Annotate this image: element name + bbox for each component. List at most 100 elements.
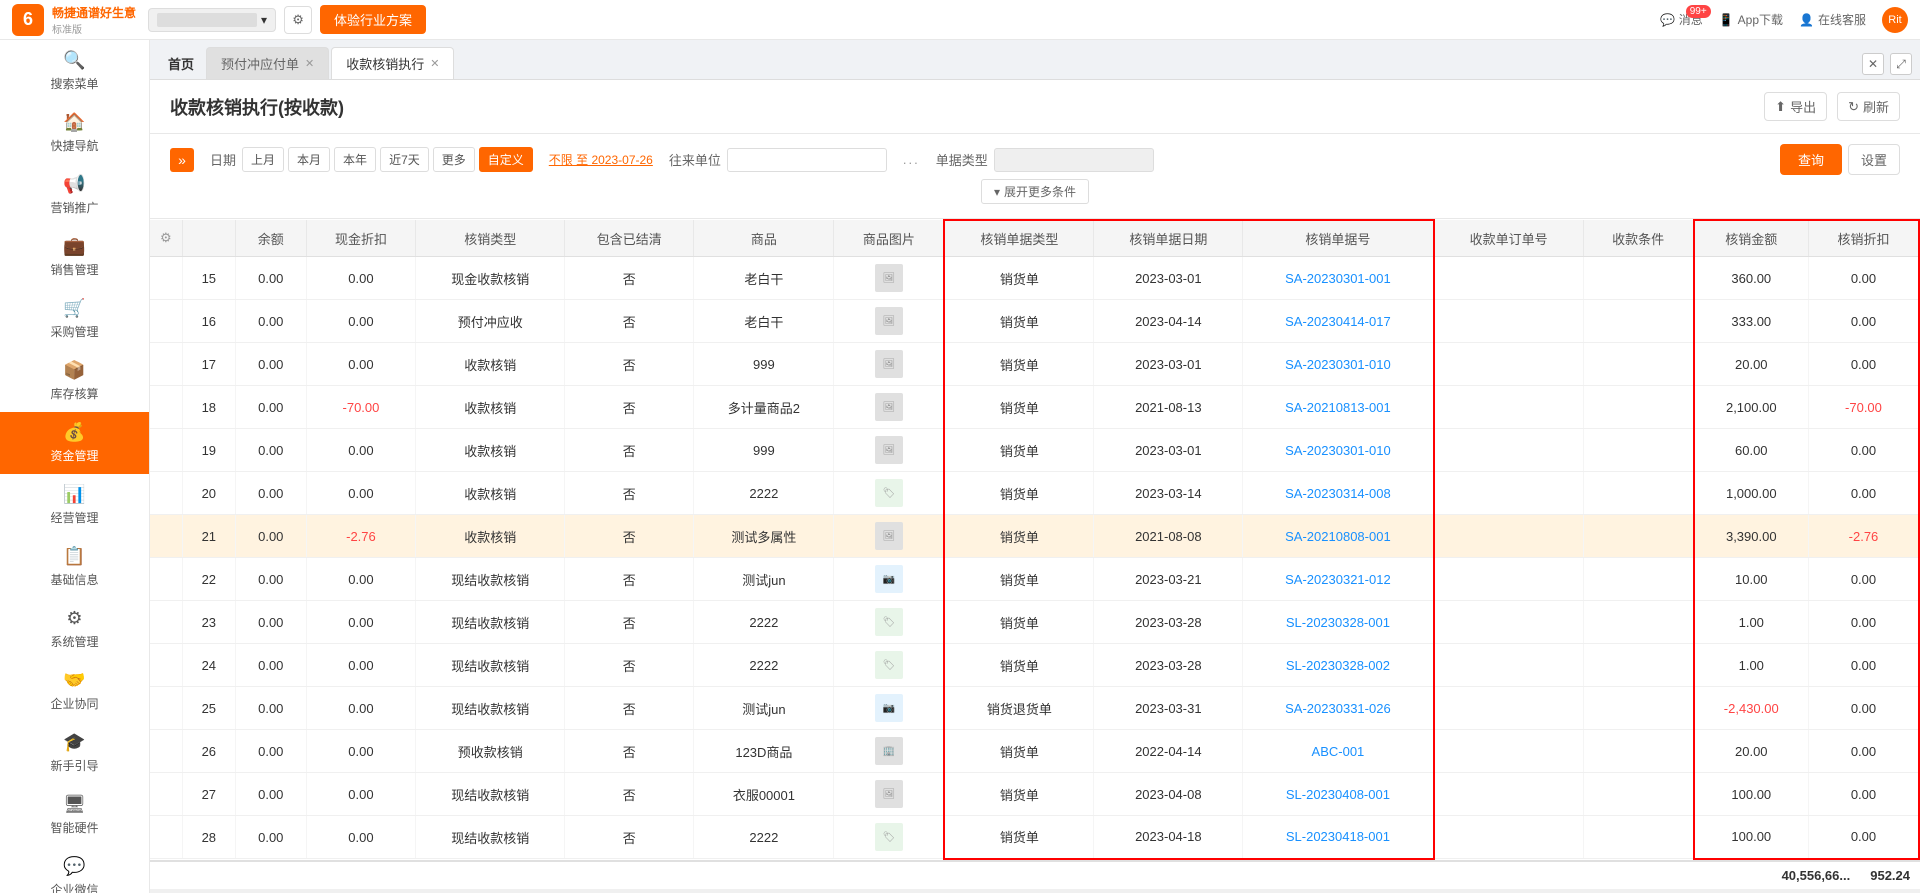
filter-btn-7days[interactable]: 近7天 <box>380 147 429 172</box>
tab-close-all-button[interactable]: ✕ <box>1862 53 1884 75</box>
verify-bill-no-link[interactable]: SA-20230301-010 <box>1285 443 1391 458</box>
verify-bill-no-link[interactable]: SA-20230331-026 <box>1285 701 1391 716</box>
sidebar-item-search[interactable]: 🔍 搜索菜单 <box>0 40 149 102</box>
cell-balance: 0.00 <box>235 601 306 644</box>
cell-included: 否 <box>565 644 694 687</box>
settings-gear-button[interactable]: ⚙ <box>284 6 312 34</box>
verify-bill-no-link[interactable]: SA-20230301-010 <box>1285 357 1391 372</box>
verify-bill-no-link[interactable]: SA-20230414-017 <box>1285 314 1391 329</box>
sidebar-item-system[interactable]: ⚙ 系统管理 <box>0 598 149 660</box>
cell-receipt-order-no <box>1434 730 1584 773</box>
filter-date-buttons: 上月 本月 本年 近7天 更多 自定义 <box>242 147 533 172</box>
cell-product-img: 🏢 <box>834 730 944 773</box>
cell-verify-amount: 20.00 <box>1694 343 1809 386</box>
filter-btn-custom[interactable]: 自定义 <box>479 147 533 172</box>
cell-verify-bill-no: ABC-001 <box>1243 730 1434 773</box>
sidebar-item-quicknav[interactable]: 🏠 快捷导航 <box>0 102 149 164</box>
verify-bill-no-link[interactable]: SA-20230321-012 <box>1285 572 1391 587</box>
voucher-type-select[interactable] <box>994 148 1154 172</box>
cell-verify-type: 现结收款核销 <box>416 601 565 644</box>
tab-prepayment-close[interactable]: ✕ <box>305 57 314 70</box>
top-bar: 6 畅捷通谱好生意 标准版 ▾ ⚙ 体验行业方案 💬 消息 99+ 📱 App下… <box>0 0 1920 40</box>
message-icon: 💬 <box>1660 13 1675 27</box>
sidebar-item-operation[interactable]: 📊 经营管理 <box>0 474 149 536</box>
filter-btn-this-year[interactable]: 本年 <box>334 147 376 172</box>
cell-receipt-condition <box>1583 257 1693 300</box>
verify-bill-no-link[interactable]: SA-20230301-001 <box>1285 271 1391 286</box>
sidebar-item-purchase[interactable]: 🛒 采购管理 <box>0 288 149 350</box>
sidebar-item-sales[interactable]: 💼 销售管理 <box>0 226 149 288</box>
cell-receipt-condition <box>1583 386 1693 429</box>
tab-receipt-verify[interactable]: 收款核销执行 ✕ <box>331 47 454 79</box>
notification-bell[interactable]: 💬 消息 99+ <box>1660 11 1702 28</box>
filter-btn-more[interactable]: 更多 <box>433 147 475 172</box>
filter-btn-last-month[interactable]: 上月 <box>242 147 284 172</box>
cell-verify-discount: 0.00 <box>1808 644 1919 687</box>
industry-solution-button[interactable]: 体验行业方案 <box>320 5 426 34</box>
cell-balance: 0.00 <box>235 816 306 859</box>
col-header-verify-discount: 核销折扣 <box>1808 220 1919 257</box>
verify-bill-no-link[interactable]: SL-20230328-001 <box>1286 615 1390 630</box>
product-image: 🏷 <box>875 651 903 679</box>
wechat-icon: 💬 <box>63 856 85 877</box>
cell-verify-bill-no: SA-20230331-026 <box>1243 687 1434 730</box>
tab-receipt-verify-close[interactable]: ✕ <box>430 57 439 70</box>
cell-product-img: 🏷 <box>834 472 944 515</box>
tab-expand-button[interactable]: ⤢ <box>1890 53 1912 75</box>
footer-totals: 40,556,66... 952.24 <box>1782 868 1910 883</box>
cell-verify-bill-date: 2023-03-28 <box>1094 644 1243 687</box>
cell-verify-type: 现结收款核销 <box>416 816 565 859</box>
sidebar-item-enterprise[interactable]: 🤝 企业协同 <box>0 660 149 722</box>
sidebar-item-hardware[interactable]: 🖥 智能硬件 <box>0 784 149 846</box>
sidebar-item-finance[interactable]: 💰 资金管理 <box>0 412 149 474</box>
table-row: 28 0.00 0.00 现结收款核销 否 2222 🏷 销货单 2023-04… <box>150 816 1919 859</box>
tab-prepayment[interactable]: 预付冲应付单 ✕ <box>206 47 329 79</box>
table-row: 23 0.00 0.00 现结收款核销 否 2222 🏷 销货单 2023-03… <box>150 601 1919 644</box>
cell-receipt-order-no <box>1434 515 1584 558</box>
counterparty-input[interactable] <box>727 148 887 172</box>
cell-balance: 0.00 <box>235 343 306 386</box>
filter-date-range-text[interactable]: 不限 至 2023-07-26 <box>549 151 653 168</box>
cell-rownum: 15 <box>182 257 235 300</box>
online-service-link[interactable]: 👤 在线客服 <box>1799 11 1866 28</box>
verify-bill-no-link[interactable]: SL-20230418-001 <box>1286 829 1390 844</box>
verify-bill-no-link[interactable]: SA-20210808-001 <box>1285 529 1391 544</box>
cell-verify-bill-date: 2023-03-21 <box>1094 558 1243 601</box>
tab-home[interactable]: 首页 <box>158 48 204 79</box>
cell-verify-amount: 3,390.00 <box>1694 515 1809 558</box>
verify-bill-no-link[interactable]: SL-20230408-001 <box>1286 787 1390 802</box>
sidebar-item-marketing[interactable]: 📢 营销推广 <box>0 164 149 226</box>
refresh-button[interactable]: ↻ 刷新 <box>1837 92 1900 121</box>
column-settings-icon[interactable]: ⚙ <box>160 230 172 245</box>
filter-settings-button[interactable]: 设置 <box>1848 144 1900 175</box>
verify-bill-no-link[interactable]: SL-20230328-002 <box>1286 658 1390 673</box>
cell-verify-bill-no: SL-20230328-001 <box>1243 601 1434 644</box>
company-selector[interactable]: ▾ <box>148 8 276 32</box>
sidebar-item-guide[interactable]: 🎓 新手引导 <box>0 722 149 784</box>
horizontal-scrollbar[interactable] <box>150 889 1920 893</box>
expand-more-conditions-button[interactable]: ▾ 展开更多条件 <box>981 179 1089 204</box>
sidebar-item-basic[interactable]: 📋 基础信息 <box>0 536 149 598</box>
verify-bill-no-link[interactable]: ABC-001 <box>1312 744 1365 759</box>
table-header-row: ⚙ 余额 现金折扣 核销类型 包含已结清 商品 商品图片 核销单据类型 核销单据… <box>150 220 1919 257</box>
sidebar-item-inventory[interactable]: 📦 库存核算 <box>0 350 149 412</box>
cell-product-img: 🏷 <box>834 816 944 859</box>
filter-expand-arrow[interactable]: » <box>170 148 194 172</box>
export-button[interactable]: ⬆ 导出 <box>1764 92 1827 121</box>
cell-verify-bill-date: 2021-08-08 <box>1094 515 1243 558</box>
user-avatar[interactable]: Rit <box>1882 7 1908 33</box>
sidebar-item-wechat[interactable]: 💬 企业微信 <box>0 846 149 893</box>
cell-receipt-condition <box>1583 343 1693 386</box>
product-image: 🖼 <box>875 780 903 808</box>
product-image: 🏷 <box>875 608 903 636</box>
table-row: 20 0.00 0.00 收款核销 否 2222 🏷 销货单 2023-03-1… <box>150 472 1919 515</box>
cell-rownum: 17 <box>182 343 235 386</box>
query-button[interactable]: 查询 <box>1780 144 1842 175</box>
verify-bill-no-link[interactable]: SA-20230314-008 <box>1285 486 1391 501</box>
filter-btn-this-month[interactable]: 本月 <box>288 147 330 172</box>
verify-bill-no-link[interactable]: SA-20210813-001 <box>1285 400 1391 415</box>
cell-product: 123D商品 <box>694 730 834 773</box>
cell-verify-bill-date: 2023-04-14 <box>1094 300 1243 343</box>
cell-product: 衣服00001 <box>694 773 834 816</box>
app-download-link[interactable]: 📱 App下载 <box>1719 11 1783 28</box>
